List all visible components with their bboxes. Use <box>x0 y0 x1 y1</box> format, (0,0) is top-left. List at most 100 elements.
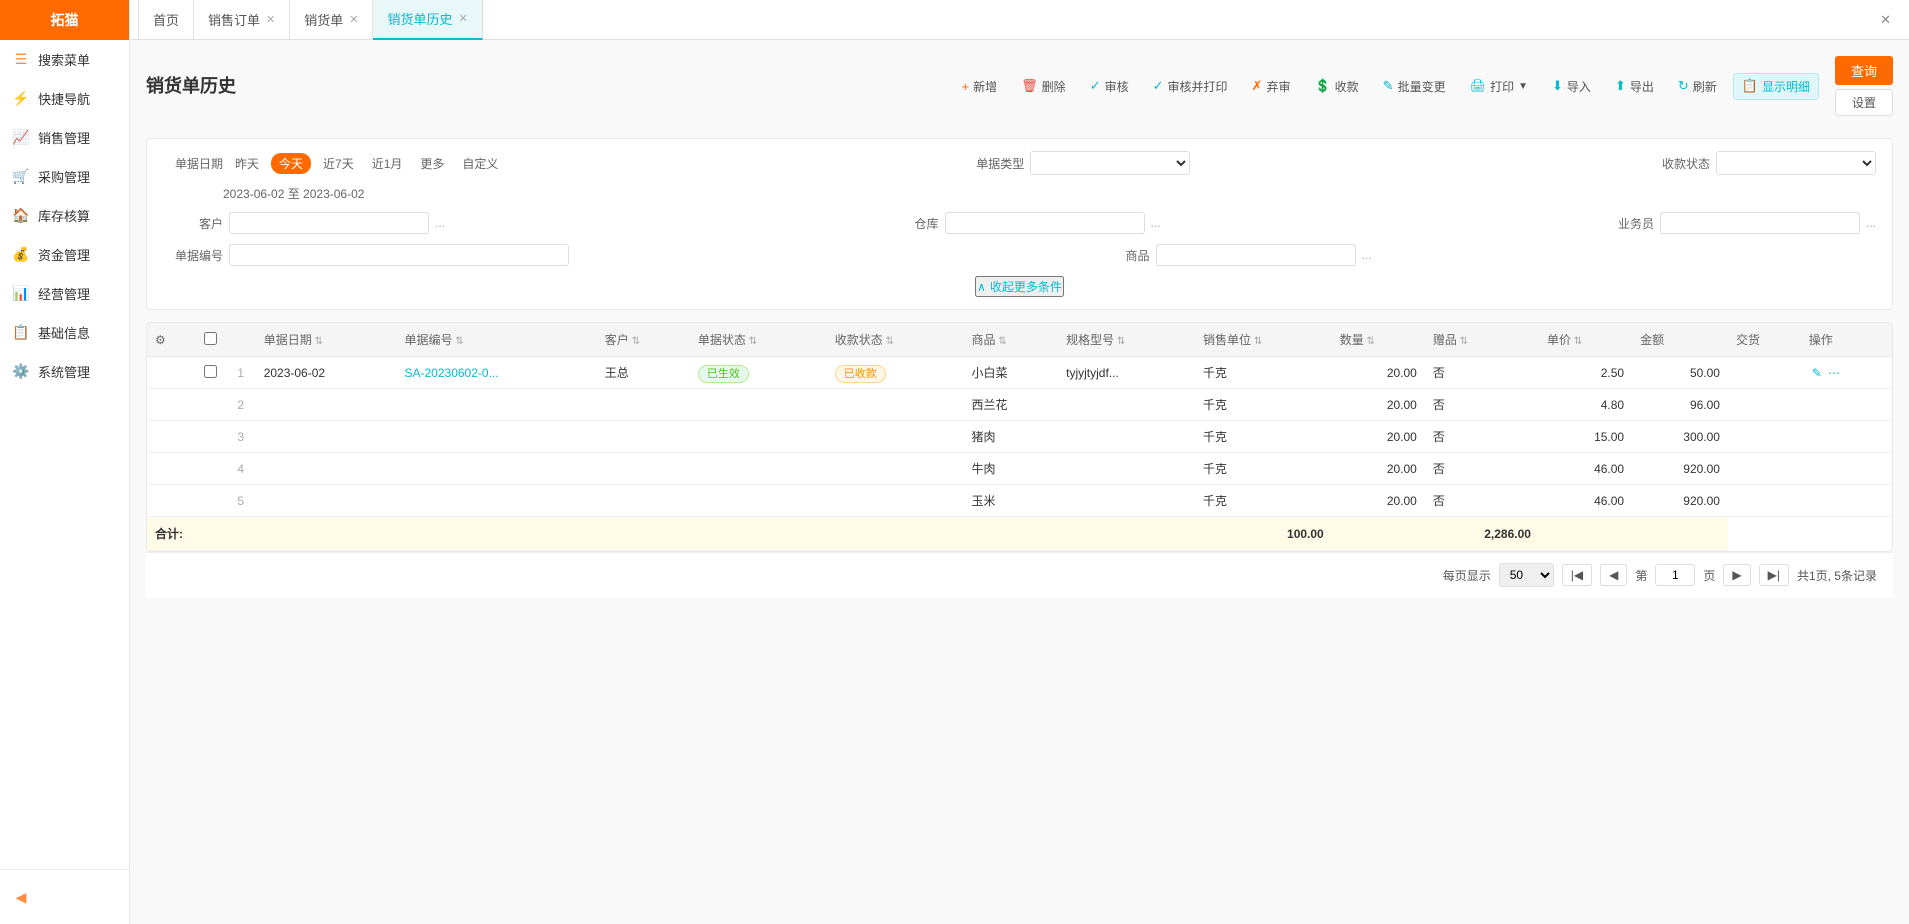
first-page-btn[interactable]: |◀ <box>1562 564 1592 586</box>
prev-page-btn[interactable]: ◀ <box>1600 564 1627 586</box>
add-button[interactable]: + 新增 <box>954 74 1006 99</box>
date-1month-btn[interactable]: 近1月 <box>366 153 409 174</box>
action-cell <box>1801 389 1892 421</box>
sidebar-item-operations[interactable]: 📊 经营管理 <box>0 274 129 313</box>
operations-icon: 📊 <box>12 285 30 303</box>
payment-status-select[interactable] <box>1716 151 1876 175</box>
date-custom-btn[interactable]: 自定义 <box>456 153 504 174</box>
more-btn[interactable]: ⋯ <box>1825 366 1843 380</box>
col-quantity[interactable]: 数量 <box>1332 323 1425 357</box>
doc-type-select[interactable] <box>1030 151 1190 175</box>
table-row: 5 玉米 千克 20.00 否 46.00 920.00 <box>147 485 1892 517</box>
refresh-button[interactable]: ↻ 刷新 <box>1670 74 1725 99</box>
next-page-btn[interactable]: ▶ <box>1723 564 1750 586</box>
tab-home[interactable]: 首页 <box>138 0 194 40</box>
tab-sales-history[interactable]: 销货单历史 ✕ <box>373 0 482 40</box>
warehouse-input[interactable] <box>945 212 1145 234</box>
date-cell <box>256 453 397 485</box>
select-all-checkbox[interactable] <box>204 332 217 345</box>
last-page-btn[interactable]: ▶| <box>1759 564 1789 586</box>
setting-button[interactable]: 设置 <box>1835 89 1893 116</box>
audit-print-button[interactable]: ✓ 审核并打印 <box>1145 74 1236 99</box>
sidebar-item-label: 库存核算 <box>38 206 90 225</box>
gift-cell: 否 <box>1425 453 1539 485</box>
print-icon: 🖨 <box>1470 78 1487 94</box>
col-customer[interactable]: 客户 <box>597 323 690 357</box>
col-spec[interactable]: 规格型号 <box>1058 323 1195 357</box>
audit-button[interactable]: ✓ 审核 <box>1082 74 1137 99</box>
export-icon: ⬆ <box>1615 78 1626 94</box>
goods-ellipsis[interactable]: ... <box>1362 248 1372 262</box>
date-today-btn[interactable]: 今天 <box>271 153 311 174</box>
doc-no-link[interactable]: SA-20230602-0... <box>405 366 499 380</box>
col-doc-status[interactable]: 单据状态 <box>690 323 827 357</box>
batch-change-button[interactable]: ✎ 批量变更 <box>1375 74 1454 99</box>
collapse-btn[interactable]: ∧ 收起更多条件 <box>975 276 1064 297</box>
col-doc-no[interactable]: 单据编号 <box>397 323 597 357</box>
sidebar-item-inventory[interactable]: 🏠 库存核算 <box>0 196 129 235</box>
spec-cell <box>1058 485 1195 517</box>
sidebar-item-system-mgmt[interactable]: ⚙️ 系统管理 <box>0 352 129 391</box>
row-checkbox[interactable] <box>204 365 217 378</box>
page-number-input[interactable] <box>1655 564 1695 586</box>
settings-cell <box>147 357 196 389</box>
query-button[interactable]: 查询 <box>1835 56 1893 85</box>
unit-cell: 千克 <box>1195 357 1332 389</box>
doc-number-input[interactable] <box>229 244 569 266</box>
tab-sales-order-close[interactable]: ✕ <box>266 13 275 26</box>
sidebar-item-basic-info[interactable]: 📋 基础信息 <box>0 313 129 352</box>
col-payment-status[interactable]: 收款状态 <box>827 323 964 357</box>
edit-btn[interactable]: ✎ <box>1809 366 1825 380</box>
quantity-cell: 20.00 <box>1332 421 1425 453</box>
transaction-cell <box>1728 421 1801 453</box>
salesperson-ellipsis[interactable]: ... <box>1866 216 1876 230</box>
payment-status-cell <box>827 389 964 421</box>
sidebar-item-sales-mgmt[interactable]: 📈 销售管理 <box>0 118 129 157</box>
doc-status-cell <box>690 421 827 453</box>
sidebar-item-finance[interactable]: 💰 资金管理 <box>0 235 129 274</box>
tab-sales-goods[interactable]: 销货单 ✕ <box>290 0 373 40</box>
price-cell: 15.00 <box>1539 421 1632 453</box>
customer-input[interactable] <box>229 212 429 234</box>
payment-status-cell <box>827 485 964 517</box>
sidebar-item-search-menu[interactable]: ☰ 搜索菜单 <box>0 40 129 79</box>
col-unit[interactable]: 销售单位 <box>1195 323 1332 357</box>
sidebar-item-purchase-mgmt[interactable]: 🛒 采购管理 <box>0 157 129 196</box>
date-yesterday-btn[interactable]: 昨天 <box>229 153 265 174</box>
payment-status-cell <box>827 453 964 485</box>
customer-cell: 王总 <box>597 357 690 389</box>
tab-sales-history-close[interactable]: ✕ <box>459 12 468 25</box>
tab-bar: 首页 销售订单 ✕ 销货单 ✕ 销货单历史 ✕ ✕ <box>130 0 1909 40</box>
collect-button[interactable]: 💲 收款 <box>1306 74 1366 99</box>
footer-quantity: 100.00 <box>256 517 1332 551</box>
goods-cell: 小白菜 <box>964 357 1059 389</box>
col-price[interactable]: 单价 <box>1539 323 1632 357</box>
per-page-select[interactable]: 50 100 200 <box>1499 563 1554 587</box>
goods-input[interactable] <box>1156 244 1356 266</box>
page-label: 第 <box>1635 567 1647 584</box>
warehouse-filter-group: 仓库 ... <box>879 212 1161 234</box>
sidebar-item-quick-nav[interactable]: ⚡ 快捷导航 <box>0 79 129 118</box>
customer-ellipsis[interactable]: ... <box>435 216 445 230</box>
abandon-button[interactable]: ✗ 弃审 <box>1244 74 1299 99</box>
sidebar-collapse-btn[interactable]: ◀ <box>0 878 129 916</box>
col-settings[interactable]: ⚙ <box>147 323 196 357</box>
col-date[interactable]: 单据日期 <box>256 323 397 357</box>
date-7days-btn[interactable]: 近7天 <box>317 153 360 174</box>
date-more-btn[interactable]: 更多 <box>414 153 450 174</box>
export-button[interactable]: ⬆ 导出 <box>1607 74 1662 99</box>
show-detail-button[interactable]: 📋 显示明细 <box>1733 73 1819 100</box>
salesperson-input[interactable] <box>1660 212 1860 234</box>
col-goods[interactable]: 商品 <box>964 323 1059 357</box>
print-button[interactable]: 🖨 打印 ▼ <box>1462 74 1536 99</box>
collapse-icon: ∧ <box>977 280 986 294</box>
col-gift[interactable]: 赠品 <box>1425 323 1539 357</box>
goods-cell: 玉米 <box>964 485 1059 517</box>
warehouse-ellipsis[interactable]: ... <box>1151 216 1161 230</box>
tab-sales-goods-close[interactable]: ✕ <box>349 13 358 26</box>
refresh-icon: ↻ <box>1678 78 1689 94</box>
tab-sales-order[interactable]: 销售订单 ✕ <box>194 0 290 40</box>
import-button[interactable]: ⬇ 导入 <box>1544 74 1599 99</box>
delete-button[interactable]: 🗑 删除 <box>1013 74 1074 99</box>
tab-close-all[interactable]: ✕ <box>1870 12 1901 28</box>
